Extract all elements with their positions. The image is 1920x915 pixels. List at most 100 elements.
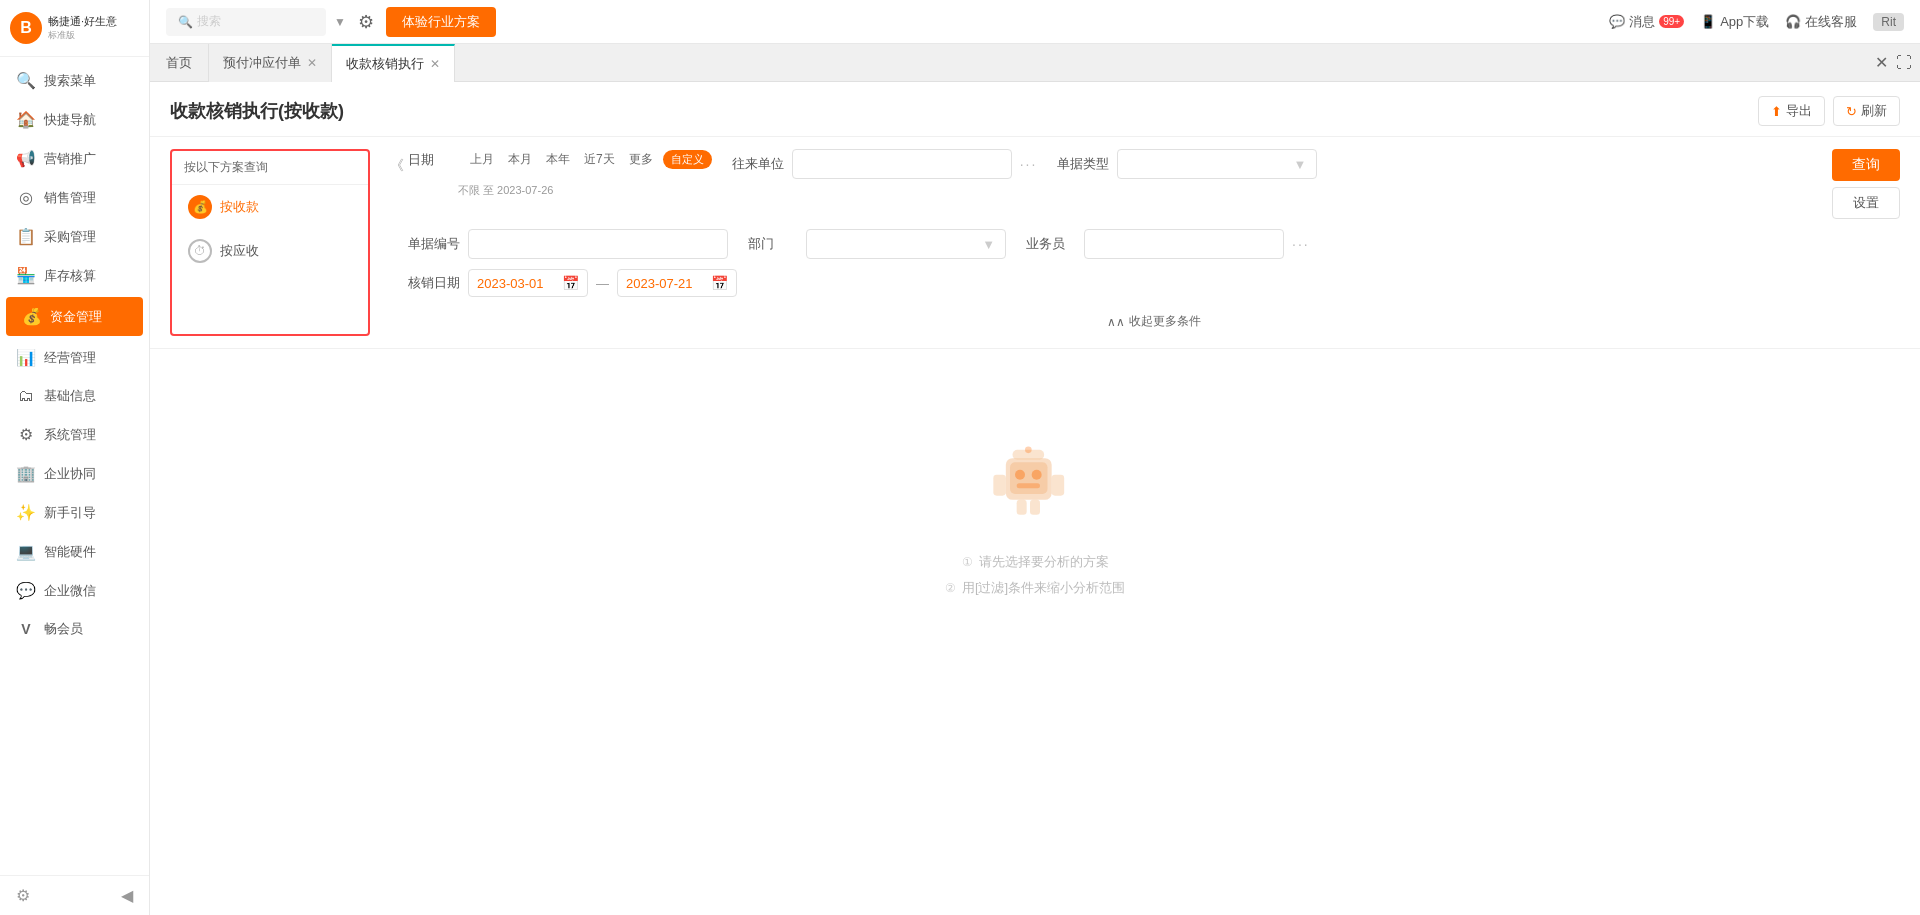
calendar-start-icon[interactable]: 📅 — [562, 275, 579, 291]
dept-select[interactable]: ▼ — [806, 229, 1006, 259]
date-dash: — — [596, 276, 609, 291]
date-custom[interactable]: 自定义 — [663, 150, 712, 169]
partner-field: 往来单位 ··· — [732, 149, 1038, 179]
export-button[interactable]: ⬆ 导出 — [1758, 96, 1825, 126]
verify-date-start-input[interactable]: 2023-03-01 📅 — [468, 269, 588, 297]
online-service-action[interactable]: 🎧 在线客服 — [1785, 13, 1857, 31]
purchase-icon: 📋 — [16, 227, 36, 246]
dept-chevron-icon: ▼ — [982, 237, 995, 252]
export-icon: ⬆ — [1771, 104, 1782, 119]
header-left: 🔍 搜索 ▼ ⚙ 体验行业方案 — [166, 7, 496, 37]
tab-receivable[interactable]: 收款核销执行 ✕ — [332, 44, 455, 82]
chevron-up-icon: ∧∧ — [1107, 315, 1125, 329]
message-badge: 99+ — [1659, 15, 1684, 28]
staff-more-icon[interactable]: ··· — [1292, 236, 1310, 252]
app-version: 标准版 — [48, 29, 117, 42]
svg-point-2 — [1015, 470, 1025, 480]
sidebar-item-label: 快捷导航 — [44, 111, 96, 129]
verify-date-start-value: 2023-03-01 — [477, 276, 544, 291]
online-service-icon: 🎧 — [1785, 14, 1801, 29]
sidebar-item-wechat[interactable]: 💬 企业微信 — [0, 571, 149, 610]
tab-expand-icon[interactable]: ⛶ — [1896, 54, 1912, 72]
sidebar-item-search-menu[interactable]: 🔍 搜索菜单 — [0, 61, 149, 100]
sidebar-item-inventory[interactable]: 🏪 库存核算 — [0, 256, 149, 295]
sidebar-item-business[interactable]: 📊 经营管理 — [0, 338, 149, 377]
date-last-month[interactable]: 上月 — [466, 149, 498, 170]
verify-date-end-input[interactable]: 2023-07-21 📅 — [617, 269, 737, 297]
sidebar-item-finance[interactable]: 💰 资金管理 — [6, 297, 143, 336]
empty-state: ① 请先选择要分析的方案 ② 用[过滤]条件来缩小分析范围 — [150, 349, 1920, 681]
member-icon: V — [16, 621, 36, 637]
doc-no-label: 单据编号 — [408, 235, 460, 253]
marketing-icon: 📢 — [16, 149, 36, 168]
svg-point-10 — [1025, 447, 1032, 454]
refresh-button[interactable]: ↻ 刷新 — [1833, 96, 1900, 126]
gear-icon[interactable]: ⚙ — [354, 7, 378, 37]
partner-input[interactable] — [792, 149, 1012, 179]
sidebar-collapse-icon[interactable]: ◀ — [121, 886, 133, 905]
system-icon: ⚙ — [16, 425, 36, 444]
sidebar-item-sales[interactable]: ◎ 销售管理 — [0, 178, 149, 217]
verify-date-label: 核销日期 — [408, 274, 460, 292]
refresh-icon: ↻ — [1846, 104, 1857, 119]
tab-close-icon[interactable]: ✕ — [1875, 53, 1888, 72]
message-action[interactable]: 💬 消息 99+ — [1609, 13, 1684, 31]
sidebar-settings-icon[interactable]: ⚙ — [16, 886, 30, 905]
sidebar-item-label: 经营管理 — [44, 349, 96, 367]
date-this-year[interactable]: 本年 — [542, 149, 574, 170]
tab-prepay-close[interactable]: ✕ — [307, 56, 317, 70]
sidebar-item-member[interactable]: V 畅会员 — [0, 610, 149, 648]
sidebar-item-hardware[interactable]: 💻 智能硬件 — [0, 532, 149, 571]
sidebar-item-system[interactable]: ⚙ 系统管理 — [0, 415, 149, 454]
sidebar-item-guide[interactable]: ✨ 新手引导 — [0, 493, 149, 532]
partner-more-icon[interactable]: ··· — [1020, 156, 1038, 172]
sidebar-item-label: 基础信息 — [44, 387, 96, 405]
sidebar-item-enterprise[interactable]: 🏢 企业协同 — [0, 454, 149, 493]
app-download-label: App下载 — [1720, 13, 1769, 31]
doc-type-label: 单据类型 — [1057, 155, 1109, 173]
tab-receivable-close[interactable]: ✕ — [430, 57, 440, 71]
filter-option-by-receipt[interactable]: 💰 按收款 — [172, 185, 368, 229]
tab-home[interactable]: 首页 — [150, 44, 209, 82]
hardware-icon: 💻 — [16, 542, 36, 561]
date-more[interactable]: 更多 — [625, 149, 657, 170]
sidebar-item-purchase[interactable]: 📋 采购管理 — [0, 217, 149, 256]
sidebar-item-label: 采购管理 — [44, 228, 96, 246]
date-7days[interactable]: 近7天 — [580, 149, 619, 170]
sidebar-item-marketing[interactable]: 📢 营销推广 — [0, 139, 149, 178]
doc-type-field: 单据类型 ▼ — [1057, 149, 1317, 179]
filter-option-by-receivable[interactable]: ⏱ 按应收 — [172, 229, 368, 273]
main-content: 🔍 搜索 ▼ ⚙ 体验行业方案 💬 消息 99+ 📱 App下载 🎧 在线客服 … — [150, 0, 1920, 915]
partner-label: 往来单位 — [732, 155, 784, 173]
industry-button[interactable]: 体验行业方案 — [386, 7, 496, 37]
sidebar-item-label: 资金管理 — [50, 308, 102, 326]
date-label: 日期 — [408, 151, 458, 169]
calendar-end-icon[interactable]: 📅 — [711, 275, 728, 291]
staff-input[interactable] — [1084, 229, 1284, 259]
sidebar-item-basic-info[interactable]: 🗂 基础信息 — [0, 377, 149, 415]
settings-button[interactable]: 设置 — [1832, 187, 1900, 219]
sidebar-item-label: 系统管理 — [44, 426, 96, 444]
tab-prepay[interactable]: 预付冲应付单 ✕ — [209, 44, 332, 82]
app-download-action[interactable]: 📱 App下载 — [1700, 13, 1769, 31]
svg-rect-4 — [1017, 483, 1040, 488]
svg-rect-1 — [1010, 462, 1048, 494]
sidebar-item-label: 企业协同 — [44, 465, 96, 483]
doc-type-select[interactable]: ▼ — [1117, 149, 1317, 179]
query-button[interactable]: 查询 — [1832, 149, 1900, 181]
collapse-more-conditions[interactable]: ∧∧ 收起更多条件 — [408, 307, 1900, 336]
page-title: 收款核销执行(按收款) — [170, 99, 344, 123]
sidebar-item-label: 智能硬件 — [44, 543, 96, 561]
tab-bar: 首页 预付冲应付单 ✕ 收款核销执行 ✕ ✕ ⛶ — [150, 44, 1920, 82]
dropdown-arrow-icon[interactable]: ▼ — [334, 15, 346, 29]
svg-rect-8 — [1030, 500, 1040, 515]
by-receivable-icon: ⏱ — [188, 239, 212, 263]
user-avatar[interactable]: Rit — [1873, 13, 1904, 31]
tab-receivable-label: 收款核销执行 — [346, 55, 424, 73]
sidebar-item-quick-nav[interactable]: 🏠 快捷导航 — [0, 100, 149, 139]
basic-info-icon: 🗂 — [16, 387, 36, 405]
doc-no-input[interactable] — [468, 229, 728, 259]
filter-collapse-button[interactable]: 《 — [386, 149, 408, 336]
wechat-icon: 💬 — [16, 581, 36, 600]
date-this-month[interactable]: 本月 — [504, 149, 536, 170]
